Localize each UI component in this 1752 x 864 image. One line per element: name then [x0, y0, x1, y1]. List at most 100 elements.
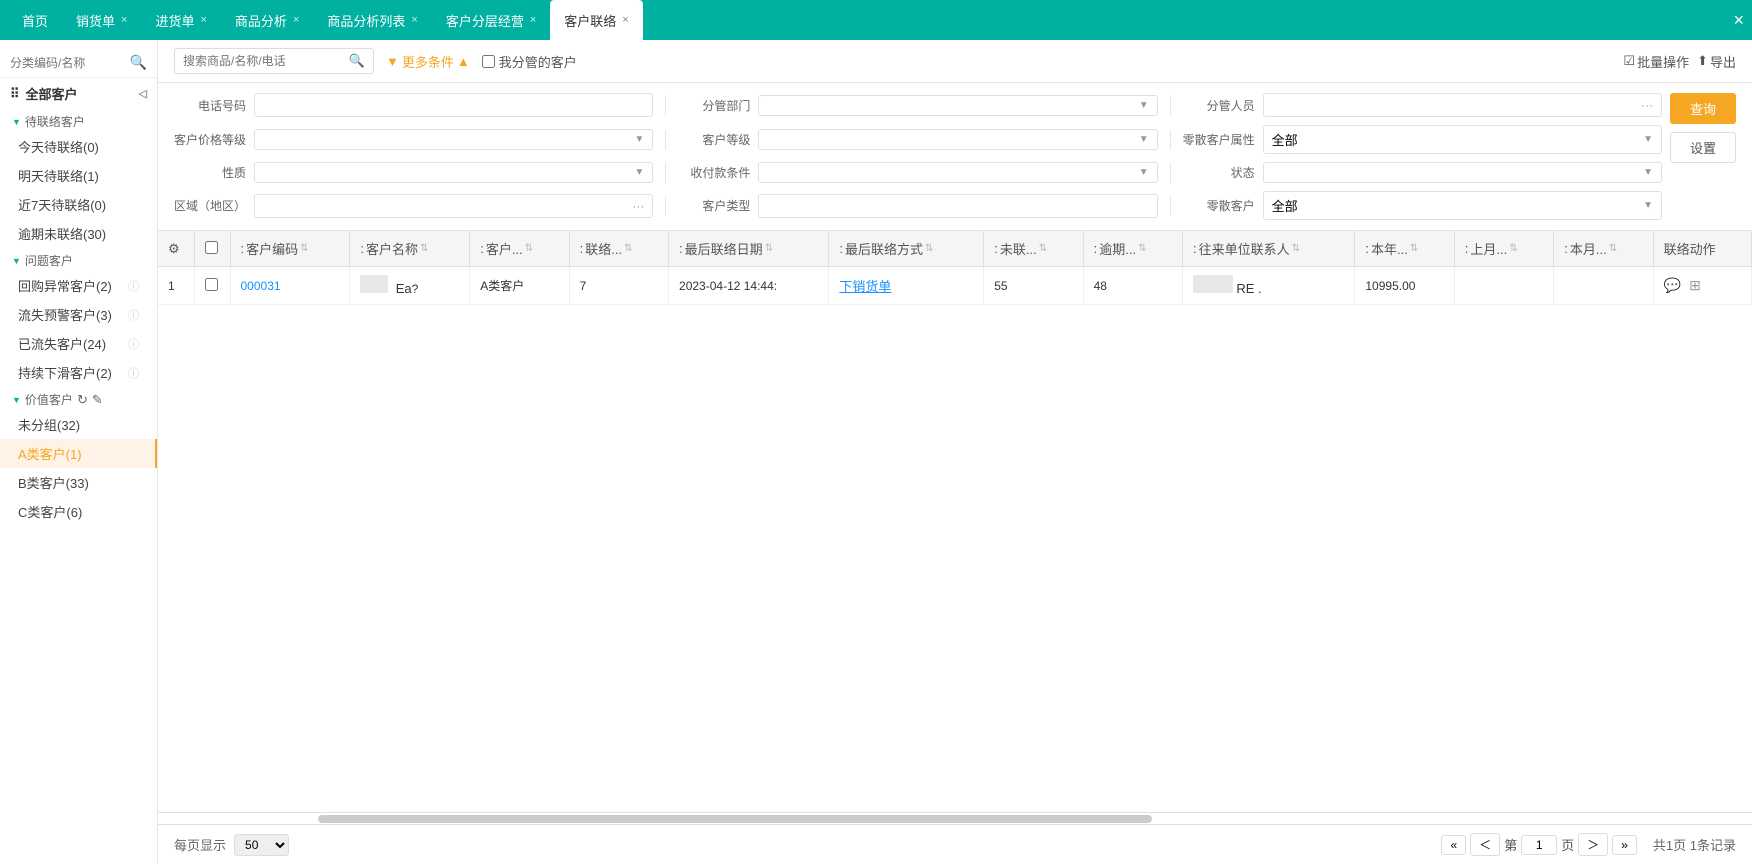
- sidebar-item-tomorrow[interactable]: 明天待联络(1): [0, 161, 157, 190]
- close-customer-stratified-icon[interactable]: ×: [530, 14, 536, 26]
- th-contact[interactable]: :联络...⇅: [569, 231, 668, 267]
- sidebar-item-churned[interactable]: 已流失客户(24) ⓘ: [0, 329, 157, 358]
- th-last-month[interactable]: :上月...⇅: [1454, 231, 1553, 267]
- nav-sales-order[interactable]: 销货单 ×: [62, 0, 141, 40]
- page-number-input[interactable]: [1521, 835, 1557, 855]
- sort-not-contact-icon: ⇅: [1039, 243, 1047, 254]
- th-code[interactable]: :客户编码⇅: [230, 231, 350, 267]
- nav-customer-stratified[interactable]: 客户分层经营 ×: [432, 0, 550, 40]
- price-grade-arrow-icon: ▼: [634, 134, 644, 145]
- sidebar-item-churn-warning[interactable]: 流失预警客户(3) ⓘ: [0, 300, 157, 329]
- row-this-year: 10995.00: [1355, 267, 1454, 305]
- sort-contact-person-icon: ⇅: [1292, 243, 1300, 254]
- th-checkbox: [194, 231, 230, 267]
- row-name: Ea?: [350, 267, 470, 305]
- dept-arrow-icon: ▼: [1139, 100, 1149, 111]
- th-overdue[interactable]: :逾期...⇅: [1083, 231, 1182, 267]
- customer-grade-select[interactable]: ▼: [758, 129, 1157, 150]
- th-this-month[interactable]: :本月...⇅: [1554, 231, 1653, 267]
- sidebar-item-repurchase-abnormal[interactable]: 回购异常客户(2) ⓘ: [0, 271, 157, 300]
- query-button[interactable]: 查询: [1670, 93, 1736, 124]
- th-not-contact[interactable]: :未联...⇅: [984, 231, 1083, 267]
- batch-operation-btn[interactable]: ☑ 批量操作: [1623, 52, 1689, 71]
- status-select[interactable]: ▼: [1263, 162, 1662, 183]
- group-problem-customers[interactable]: 问题客户: [0, 248, 157, 271]
- row-last-date: 2023-04-12 14:44:: [669, 267, 829, 305]
- row-code[interactable]: 000031: [230, 267, 350, 305]
- customer-type-input[interactable]: [758, 194, 1157, 218]
- nature-select[interactable]: ▼: [254, 162, 653, 183]
- close-sales-order-icon[interactable]: ×: [121, 14, 127, 26]
- setting-button[interactable]: 设置: [1670, 132, 1736, 163]
- sidebar-item-declining[interactable]: 持续下滑客户(2) ⓘ: [0, 358, 157, 387]
- th-gear[interactable]: ⚙: [158, 231, 194, 267]
- group-value-customers[interactable]: 价值客户 ↻ ✎: [0, 387, 157, 410]
- th-last-method[interactable]: :最后联络方式⇅: [829, 231, 984, 267]
- retail-customer-select[interactable]: 全部 ▼: [1263, 191, 1662, 220]
- nav-customer-contact[interactable]: 客户联络 ×: [550, 0, 642, 40]
- close-product-analysis-list-icon[interactable]: ×: [411, 14, 417, 26]
- per-page-select[interactable]: 50 100 200: [234, 834, 289, 856]
- sidebar-item-c-customers[interactable]: C类客户(6): [0, 497, 157, 526]
- nav-product-analysis-list[interactable]: 商品分析列表 ×: [313, 0, 431, 40]
- edit-icon[interactable]: ✎: [92, 392, 103, 408]
- retail-attr-select[interactable]: 全部 ▼: [1263, 125, 1662, 154]
- export-btn[interactable]: ⬆ 导出: [1697, 52, 1736, 71]
- more-conditions-btn[interactable]: ▼ 更多条件 ▲: [386, 52, 470, 71]
- next-page-btn[interactable]: ＞: [1578, 833, 1608, 856]
- phone-input[interactable]: [254, 93, 653, 117]
- region-field: 区域（地区） ···: [174, 194, 653, 218]
- price-grade-field: 客户价格等级 ▼: [174, 129, 653, 150]
- close-purchase-order-icon[interactable]: ×: [200, 14, 206, 26]
- refresh-icon[interactable]: ↻: [77, 392, 88, 408]
- nav-product-analysis[interactable]: 商品分析 ×: [221, 0, 313, 40]
- th-type[interactable]: :客户...⇅: [470, 231, 569, 267]
- qrcode-icon[interactable]: ⊞: [1689, 277, 1701, 294]
- payment-select[interactable]: ▼: [758, 162, 1157, 183]
- manager-dots[interactable]: ···: [1263, 93, 1662, 117]
- select-all-checkbox[interactable]: [205, 241, 218, 254]
- sidebar-all-customers[interactable]: ⠿ 全部客户 ◁: [0, 78, 157, 109]
- sidebar-item-today[interactable]: 今天待联络(0): [0, 132, 157, 161]
- customer-grade-arrow-icon: ▼: [1139, 134, 1149, 145]
- sidebar-item-ungrouped[interactable]: 未分组(32): [0, 410, 157, 439]
- sidebar-item-b-customers[interactable]: B类客户(33): [0, 468, 157, 497]
- sidebar-item-a-customers[interactable]: A类客户(1): [0, 439, 157, 468]
- sidebar-item-7days[interactable]: 近7天待联络(0): [0, 190, 157, 219]
- sidebar-search-input[interactable]: [10, 56, 130, 70]
- nav-home[interactable]: 首页: [8, 0, 62, 40]
- th-last-date[interactable]: :最后联络日期⇅: [669, 231, 829, 267]
- my-customers-checkbox[interactable]: [482, 55, 495, 68]
- sidebar: 🔍 ⠿ 全部客户 ◁ 待联络客户 今天待联络(0) 明天待联络(1) 近7天待联…: [0, 40, 158, 864]
- chat-icon[interactable]: 💬: [1664, 277, 1681, 294]
- th-name[interactable]: :客户名称⇅: [350, 231, 470, 267]
- nav-purchase-order[interactable]: 进货单 ×: [141, 0, 220, 40]
- th-this-year[interactable]: :本年...⇅: [1355, 231, 1454, 267]
- sort-contact-icon: ⇅: [624, 243, 632, 254]
- sort-last-date-icon: ⇅: [765, 243, 773, 254]
- price-grade-select[interactable]: ▼: [254, 129, 653, 150]
- advanced-filter-panel: 电话号码 分管部门 ▼ 分管人员: [158, 83, 1752, 231]
- gear-icon[interactable]: ⚙: [168, 241, 180, 256]
- row-last-method[interactable]: 下销货单: [829, 267, 984, 305]
- row-checkbox[interactable]: [205, 278, 218, 291]
- first-page-btn[interactable]: «: [1441, 835, 1466, 855]
- prev-page-btn[interactable]: ＜: [1470, 833, 1500, 856]
- close-customer-contact-icon[interactable]: ×: [622, 14, 628, 26]
- horizontal-scrollbar[interactable]: [158, 812, 1752, 824]
- last-page-btn[interactable]: »: [1612, 835, 1637, 855]
- info-icon-churned: ⓘ: [128, 336, 139, 352]
- close-product-analysis-icon[interactable]: ×: [293, 14, 299, 26]
- sort-code-icon: ⇅: [300, 243, 308, 254]
- close-all-button[interactable]: ×: [1733, 10, 1744, 31]
- sidebar-item-overdue[interactable]: 逾期未联络(30): [0, 219, 157, 248]
- table-header-row: ⚙ :客户编码⇅ :客户名称⇅ :客户...⇅: [158, 231, 1752, 267]
- scrollbar-thumb: [318, 815, 1152, 823]
- search-input[interactable]: [183, 54, 349, 68]
- dept-select[interactable]: ▼: [758, 95, 1157, 116]
- region-dots[interactable]: ···: [254, 194, 653, 218]
- th-contact-person[interactable]: :往来单位联系人⇅: [1183, 231, 1355, 267]
- row-contact-person: RE .: [1183, 267, 1355, 305]
- group-pending-contact[interactable]: 待联络客户: [0, 109, 157, 132]
- payment-field: 收付款条件 ▼: [678, 162, 1157, 183]
